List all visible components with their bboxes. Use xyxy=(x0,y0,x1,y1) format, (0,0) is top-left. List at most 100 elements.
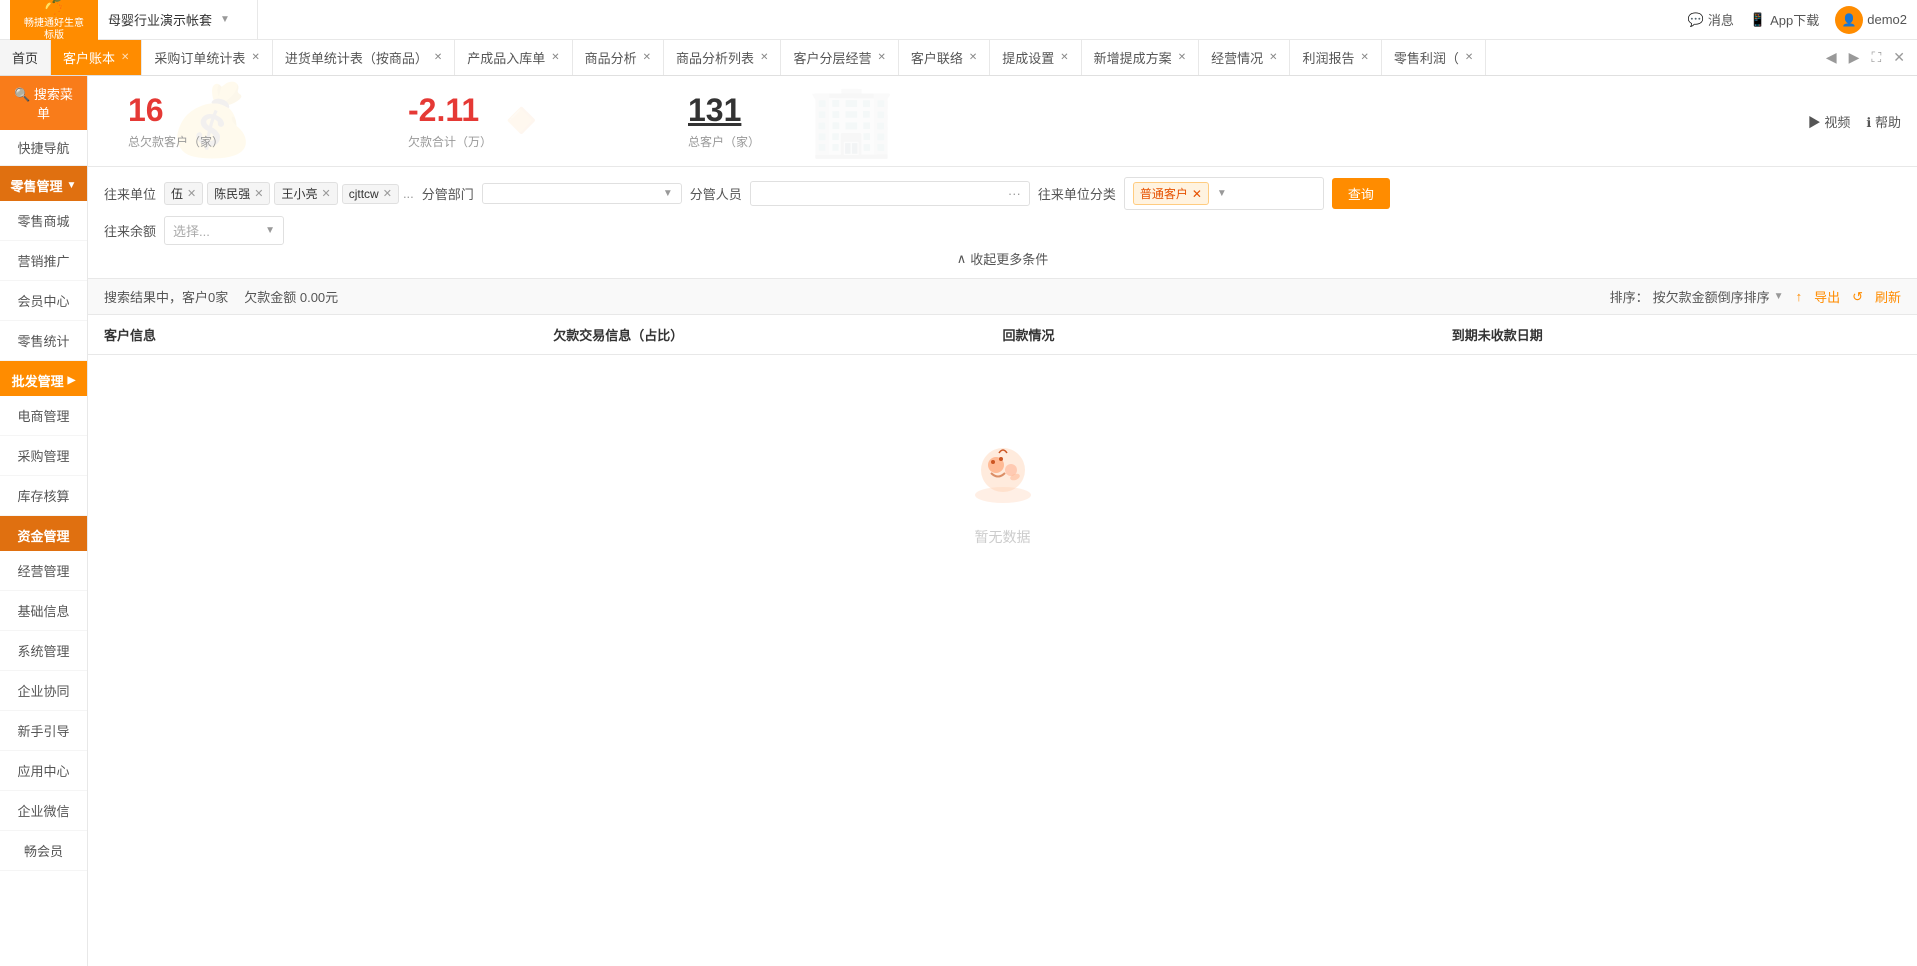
sidebar-item-purchase[interactable]: 采购管理 xyxy=(0,436,87,476)
tab-business[interactable]: 经营情况 ✕ xyxy=(1199,40,1290,76)
filter-tag-chen-close[interactable]: ✕ xyxy=(254,187,263,200)
tab-new-commission-close[interactable]: ✕ xyxy=(1178,52,1186,63)
filter-person-input[interactable]: ··· xyxy=(750,181,1030,206)
sidebar-item-basic-info-label: 基础信息 xyxy=(17,604,69,619)
filter-tag-wu[interactable]: 伍 ✕ xyxy=(164,182,203,205)
tab-product-analysis-close[interactable]: ✕ xyxy=(643,52,651,63)
sidebar-item-ecommerce[interactable]: 电商管理 xyxy=(0,396,87,436)
sidebar-item-purchase-label: 采购管理 xyxy=(17,449,69,464)
sidebar-item-business-mgmt[interactable]: 经营管理 xyxy=(0,551,87,591)
tab-product-analysis-label: 商品分析 xyxy=(585,48,637,67)
tab-customer-ledger[interactable]: 客户账本 ✕ xyxy=(51,40,142,76)
tab-profit-report-close[interactable]: ✕ xyxy=(1361,52,1369,63)
tab-commission-settings-close[interactable]: ✕ xyxy=(1060,52,1068,63)
filter-category-tag-close[interactable]: ✕ xyxy=(1192,187,1202,201)
app-download-label: App下载 xyxy=(1770,10,1819,29)
sidebar-item-marketing-label: 营销推广 xyxy=(17,254,69,269)
tab-customer-layered-close[interactable]: ✕ xyxy=(877,52,885,63)
tab-scroll-left[interactable]: ◀ xyxy=(1822,47,1841,68)
tab-scroll-right[interactable]: ▶ xyxy=(1845,47,1864,68)
tab-new-commission-label: 新增提成方案 xyxy=(1094,48,1172,67)
export-icon: ↑ xyxy=(1796,289,1803,304)
tab-home[interactable]: 首页 xyxy=(0,40,51,76)
sort-arrow: ▼ xyxy=(1774,291,1784,302)
tab-purchase-stats-close[interactable]: ✕ xyxy=(251,52,259,63)
sidebar-item-retail-stats-label: 零售统计 xyxy=(17,334,69,349)
tab-inbound-stats[interactable]: 进货单统计表（按商品） ✕ xyxy=(273,40,455,76)
tab-product-analysis[interactable]: 商品分析 ✕ xyxy=(573,40,664,76)
tab-profit-report[interactable]: 利润报告 ✕ xyxy=(1290,40,1381,76)
tab-new-commission[interactable]: 新增提成方案 ✕ xyxy=(1082,40,1199,76)
filter-category-tag-label: 普通客户 xyxy=(1140,185,1188,202)
sidebar-item-member[interactable]: 会员中心 xyxy=(0,281,87,321)
col-due-date: 到期未收款日期 xyxy=(1452,325,1901,344)
help-btn[interactable]: ℹ 帮助 xyxy=(1866,112,1901,131)
filter-tag-cjttcw-close[interactable]: ✕ xyxy=(383,187,392,200)
filter-dept-dropdown[interactable]: ▼ xyxy=(482,183,682,204)
sidebar-item-member-plus-label: 畅会员 xyxy=(24,844,63,859)
sidebar-item-wechat[interactable]: 企业微信 xyxy=(0,791,87,831)
sidebar-section-wholesale[interactable]: 批发管理 ▶ xyxy=(0,361,87,396)
filter-tag-chen[interactable]: 陈民强 ✕ xyxy=(207,182,270,205)
tab-customer-contact-close[interactable]: ✕ xyxy=(969,52,977,63)
filter-tag-wang-close[interactable]: ✕ xyxy=(322,187,331,200)
tab-retail-profit-label: 零售利润（ xyxy=(1394,48,1459,67)
sidebar-item-app-center[interactable]: 应用中心 xyxy=(0,751,87,791)
tab-close-all[interactable]: ✕ xyxy=(1889,47,1909,68)
sidebar-item-guide[interactable]: 新手引导 xyxy=(0,711,87,751)
filter-tag-cjttcw[interactable]: cjttcw ✕ xyxy=(342,184,399,204)
tab-purchase-stats[interactable]: 采购订单统计表 ✕ xyxy=(142,40,272,76)
tab-product-analysis-list-close[interactable]: ✕ xyxy=(760,52,768,63)
filter-tag-wu-close[interactable]: ✕ xyxy=(187,187,196,200)
sort-select[interactable]: 排序： 按欠款金额倒序排序 ▼ xyxy=(1610,287,1784,306)
user-menu[interactable]: 👤 demo2 xyxy=(1835,6,1907,34)
logo-text: 畅捷通好生意 xyxy=(24,18,84,30)
workspace-selector[interactable]: 母婴行业演示帐套 ▼ xyxy=(98,0,258,40)
filter-balance-value: 选择... xyxy=(173,221,210,240)
tab-inbound-stats-close[interactable]: ✕ xyxy=(434,52,442,63)
tab-product-analysis-list[interactable]: 商品分析列表 ✕ xyxy=(664,40,781,76)
tab-retail-profit-close[interactable]: ✕ xyxy=(1465,52,1473,63)
tab-customer-ledger-close[interactable]: ✕ xyxy=(121,52,129,63)
sidebar-item-member-plus[interactable]: 畅会员 xyxy=(0,831,87,871)
sidebar-item-basic-info[interactable]: 基础信息 xyxy=(0,591,87,631)
message-btn[interactable]: 💬 消息 xyxy=(1688,10,1734,29)
tab-fullscreen[interactable]: ⛶ xyxy=(1867,47,1885,68)
sidebar-section-finance[interactable]: 资金管理 xyxy=(0,516,87,551)
collapse-filter-btn[interactable]: ∧ 收起更多条件 xyxy=(104,249,1901,268)
tab-product-inbound-close[interactable]: ✕ xyxy=(551,52,559,63)
filter-tag-wang[interactable]: 王小亮 ✕ xyxy=(274,182,337,205)
tab-business-close[interactable]: ✕ xyxy=(1269,52,1277,63)
quick-nav-btn[interactable]: 快捷导航 xyxy=(0,130,87,166)
sort-label: 排序： xyxy=(1610,287,1649,306)
tab-customer-layered[interactable]: 客户分层经营 ✕ xyxy=(781,40,898,76)
tab-purchase-stats-label: 采购订单统计表 xyxy=(154,48,245,67)
sidebar-item-retail-stats[interactable]: 零售统计 xyxy=(0,321,87,361)
tab-customer-contact[interactable]: 客户联络 ✕ xyxy=(899,40,990,76)
video-btn[interactable]: ▶ 视频 xyxy=(1808,112,1851,131)
sidebar-item-inventory[interactable]: 库存核算 xyxy=(0,476,87,516)
table-header: 客户信息 欠款交易信息（占比） 回款情况 到期未收款日期 xyxy=(88,315,1917,355)
refresh-btn[interactable]: 刷新 xyxy=(1875,287,1901,306)
app-download-btn[interactable]: 📱 App下载 xyxy=(1750,10,1819,29)
video-icon: ▶ xyxy=(1808,115,1825,130)
filter-more-btn[interactable]: ... xyxy=(403,186,414,201)
workspace-label: 母婴行业演示帐套 xyxy=(108,10,212,29)
filter-balance-select[interactable]: 选择... ▼ xyxy=(164,216,284,245)
sidebar-item-retail-mall[interactable]: 零售商城 xyxy=(0,201,87,241)
tab-commission-settings[interactable]: 提成设置 ✕ xyxy=(990,40,1081,76)
sidebar-item-marketing[interactable]: 营销推广 xyxy=(0,241,87,281)
filter-category-tag[interactable]: 普通客户 ✕ xyxy=(1133,182,1209,205)
tab-retail-profit[interactable]: 零售利润（ ✕ xyxy=(1382,40,1486,76)
stat-value-customers: 16 xyxy=(128,92,328,129)
sidebar-item-inventory-label: 库存核算 xyxy=(17,489,69,504)
sidebar-section-retail[interactable]: 零售管理 ▼ xyxy=(0,166,87,201)
sidebar-item-collab[interactable]: 企业协同 xyxy=(0,671,87,711)
filter-category-dropdown[interactable]: 普通客户 ✕ ▼ xyxy=(1124,177,1324,210)
data-table: 客户信息 欠款交易信息（占比） 回款情况 到期未收款日期 xyxy=(88,315,1917,966)
search-menu-btn[interactable]: 🔍 搜索菜单 xyxy=(0,76,87,130)
query-button[interactable]: 查询 xyxy=(1332,178,1390,209)
sidebar-item-system[interactable]: 系统管理 xyxy=(0,631,87,671)
tab-product-inbound[interactable]: 产成品入库单 ✕ xyxy=(455,40,572,76)
export-btn[interactable]: 导出 xyxy=(1814,287,1840,306)
